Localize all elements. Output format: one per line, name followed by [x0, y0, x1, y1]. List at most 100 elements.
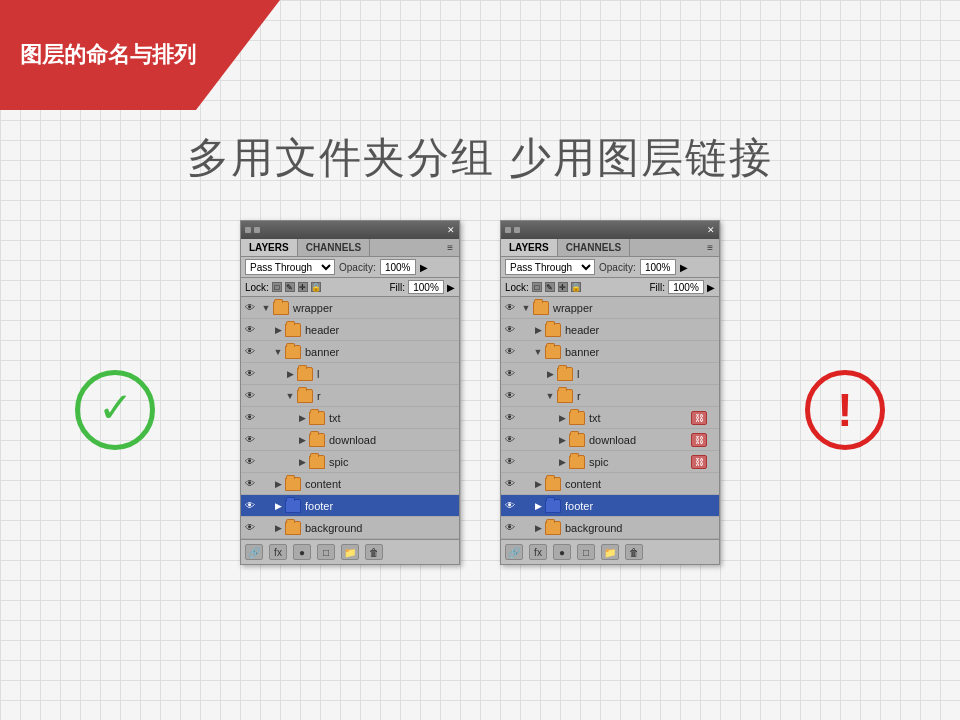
- group-icon-right[interactable]: 📁: [601, 544, 619, 560]
- expand-arrow[interactable]: ▼: [283, 385, 297, 407]
- expand-arrow[interactable]: ▶: [271, 517, 285, 539]
- layer-row-download[interactable]: 👁▶download: [241, 429, 459, 451]
- opacity-arrow-right[interactable]: ▶: [680, 262, 688, 273]
- group-icon-left[interactable]: 📁: [341, 544, 359, 560]
- tab-channels-right[interactable]: CHANNELS: [558, 239, 631, 256]
- layer-row-spic[interactable]: 👁▶spic⛓: [501, 451, 719, 473]
- trash-icon-right[interactable]: 🗑: [625, 544, 643, 560]
- eye-icon[interactable]: 👁: [501, 385, 519, 407]
- mask-icon-right[interactable]: □: [577, 544, 595, 560]
- expand-arrow[interactable]: ▶: [295, 429, 309, 451]
- link-chain-icon[interactable]: ⛓: [691, 455, 707, 469]
- eye-icon[interactable]: 👁: [241, 341, 259, 363]
- eye-icon[interactable]: 👁: [241, 407, 259, 429]
- right-lock-icon-3[interactable]: ✛: [558, 282, 568, 292]
- fill-arrow-right[interactable]: ▶: [707, 282, 715, 293]
- layer-row-wrapper[interactable]: 👁▼wrapper: [241, 297, 459, 319]
- layer-row-download[interactable]: 👁▶download⛓: [501, 429, 719, 451]
- eye-icon[interactable]: 👁: [501, 517, 519, 539]
- blend-mode-left[interactable]: Pass Through: [245, 259, 335, 275]
- layer-row-spic[interactable]: 👁▶spic: [241, 451, 459, 473]
- eye-icon[interactable]: 👁: [241, 319, 259, 341]
- expand-arrow[interactable]: ▼: [531, 341, 545, 363]
- expand-arrow[interactable]: ▶: [271, 495, 285, 517]
- layer-row-wrapper[interactable]: 👁▼wrapper: [501, 297, 719, 319]
- opacity-arrow-left[interactable]: ▶: [420, 262, 428, 273]
- eye-icon[interactable]: 👁: [241, 429, 259, 451]
- lock-icon-2[interactable]: ✎: [285, 282, 295, 292]
- expand-arrow[interactable]: ▶: [531, 473, 545, 495]
- mask-icon-left[interactable]: □: [317, 544, 335, 560]
- layer-row-content[interactable]: 👁▶content: [241, 473, 459, 495]
- expand-arrow[interactable]: ▶: [531, 319, 545, 341]
- opacity-value-left[interactable]: [380, 259, 416, 275]
- fill-arrow-left[interactable]: ▶: [447, 282, 455, 293]
- opacity-value-right[interactable]: [640, 259, 676, 275]
- expand-arrow[interactable]: ▼: [259, 297, 273, 319]
- lock-icon-1[interactable]: □: [272, 282, 282, 292]
- adj-icon-left[interactable]: ●: [293, 544, 311, 560]
- link-chain-icon[interactable]: ⛓: [691, 411, 707, 425]
- eye-icon[interactable]: 👁: [501, 407, 519, 429]
- layer-row-footer[interactable]: 👁▶footer: [241, 495, 459, 517]
- layer-row-r[interactable]: 👁▼r: [241, 385, 459, 407]
- expand-arrow[interactable]: ▶: [295, 407, 309, 429]
- eye-icon[interactable]: 👁: [501, 495, 519, 517]
- expand-arrow[interactable]: ▶: [271, 319, 285, 341]
- tab-menu-left[interactable]: ≡: [441, 239, 459, 256]
- link-icon-left[interactable]: 🔗: [245, 544, 263, 560]
- layer-row-l[interactable]: 👁▶l: [241, 363, 459, 385]
- eye-icon[interactable]: 👁: [241, 517, 259, 539]
- eye-icon[interactable]: 👁: [241, 495, 259, 517]
- layer-row-footer[interactable]: 👁▶footer: [501, 495, 719, 517]
- expand-arrow[interactable]: ▶: [295, 451, 309, 473]
- layer-row-background[interactable]: 👁▶background: [241, 517, 459, 539]
- expand-arrow[interactable]: ▼: [271, 341, 285, 363]
- expand-arrow[interactable]: ▶: [531, 495, 545, 517]
- layer-row-banner[interactable]: 👁▼banner: [501, 341, 719, 363]
- expand-arrow[interactable]: ▶: [555, 429, 569, 451]
- expand-arrow[interactable]: ▶: [543, 363, 557, 385]
- right-lock-icon-1[interactable]: □: [532, 282, 542, 292]
- eye-icon[interactable]: 👁: [501, 319, 519, 341]
- link-icon-right[interactable]: 🔗: [505, 544, 523, 560]
- link-chain-icon[interactable]: ⛓: [691, 433, 707, 447]
- close-btn[interactable]: ✕: [447, 225, 455, 235]
- trash-icon-left[interactable]: 🗑: [365, 544, 383, 560]
- eye-icon[interactable]: 👁: [241, 385, 259, 407]
- expand-arrow[interactable]: ▶: [271, 473, 285, 495]
- expand-arrow[interactable]: ▼: [543, 385, 557, 407]
- eye-icon[interactable]: 👁: [241, 473, 259, 495]
- right-close-btn[interactable]: ✕: [707, 225, 715, 235]
- layer-row-header[interactable]: 👁▶header: [241, 319, 459, 341]
- layer-row-banner[interactable]: 👁▼banner: [241, 341, 459, 363]
- layer-row-content[interactable]: 👁▶content: [501, 473, 719, 495]
- eye-icon[interactable]: 👁: [501, 429, 519, 451]
- fill-value-left[interactable]: [408, 280, 444, 294]
- layer-row-header[interactable]: 👁▶header: [501, 319, 719, 341]
- eye-icon[interactable]: 👁: [241, 363, 259, 385]
- right-lock-icon-2[interactable]: ✎: [545, 282, 555, 292]
- blend-mode-right[interactable]: Pass Through: [505, 259, 595, 275]
- layer-row-txt[interactable]: 👁▶txt: [241, 407, 459, 429]
- layer-row-r[interactable]: 👁▼r: [501, 385, 719, 407]
- expand-arrow[interactable]: ▶: [555, 407, 569, 429]
- tab-menu-right[interactable]: ≡: [701, 239, 719, 256]
- eye-icon[interactable]: 👁: [241, 451, 259, 473]
- expand-arrow[interactable]: ▶: [555, 451, 569, 473]
- lock-icon-3[interactable]: ✛: [298, 282, 308, 292]
- eye-icon[interactable]: 👁: [501, 473, 519, 495]
- eye-icon[interactable]: 👁: [241, 297, 259, 319]
- right-lock-icon-4[interactable]: 🔒: [571, 282, 581, 292]
- layer-row-l[interactable]: 👁▶l: [501, 363, 719, 385]
- eye-icon[interactable]: 👁: [501, 363, 519, 385]
- fill-value-right[interactable]: [668, 280, 704, 294]
- expand-arrow[interactable]: ▶: [531, 517, 545, 539]
- tab-layers-right[interactable]: LAYERS: [501, 239, 558, 256]
- layer-row-background[interactable]: 👁▶background: [501, 517, 719, 539]
- expand-arrow[interactable]: ▶: [283, 363, 297, 385]
- tab-layers-left[interactable]: LAYERS: [241, 239, 298, 256]
- eye-icon[interactable]: 👁: [501, 451, 519, 473]
- eye-icon[interactable]: 👁: [501, 297, 519, 319]
- lock-icon-4[interactable]: 🔒: [311, 282, 321, 292]
